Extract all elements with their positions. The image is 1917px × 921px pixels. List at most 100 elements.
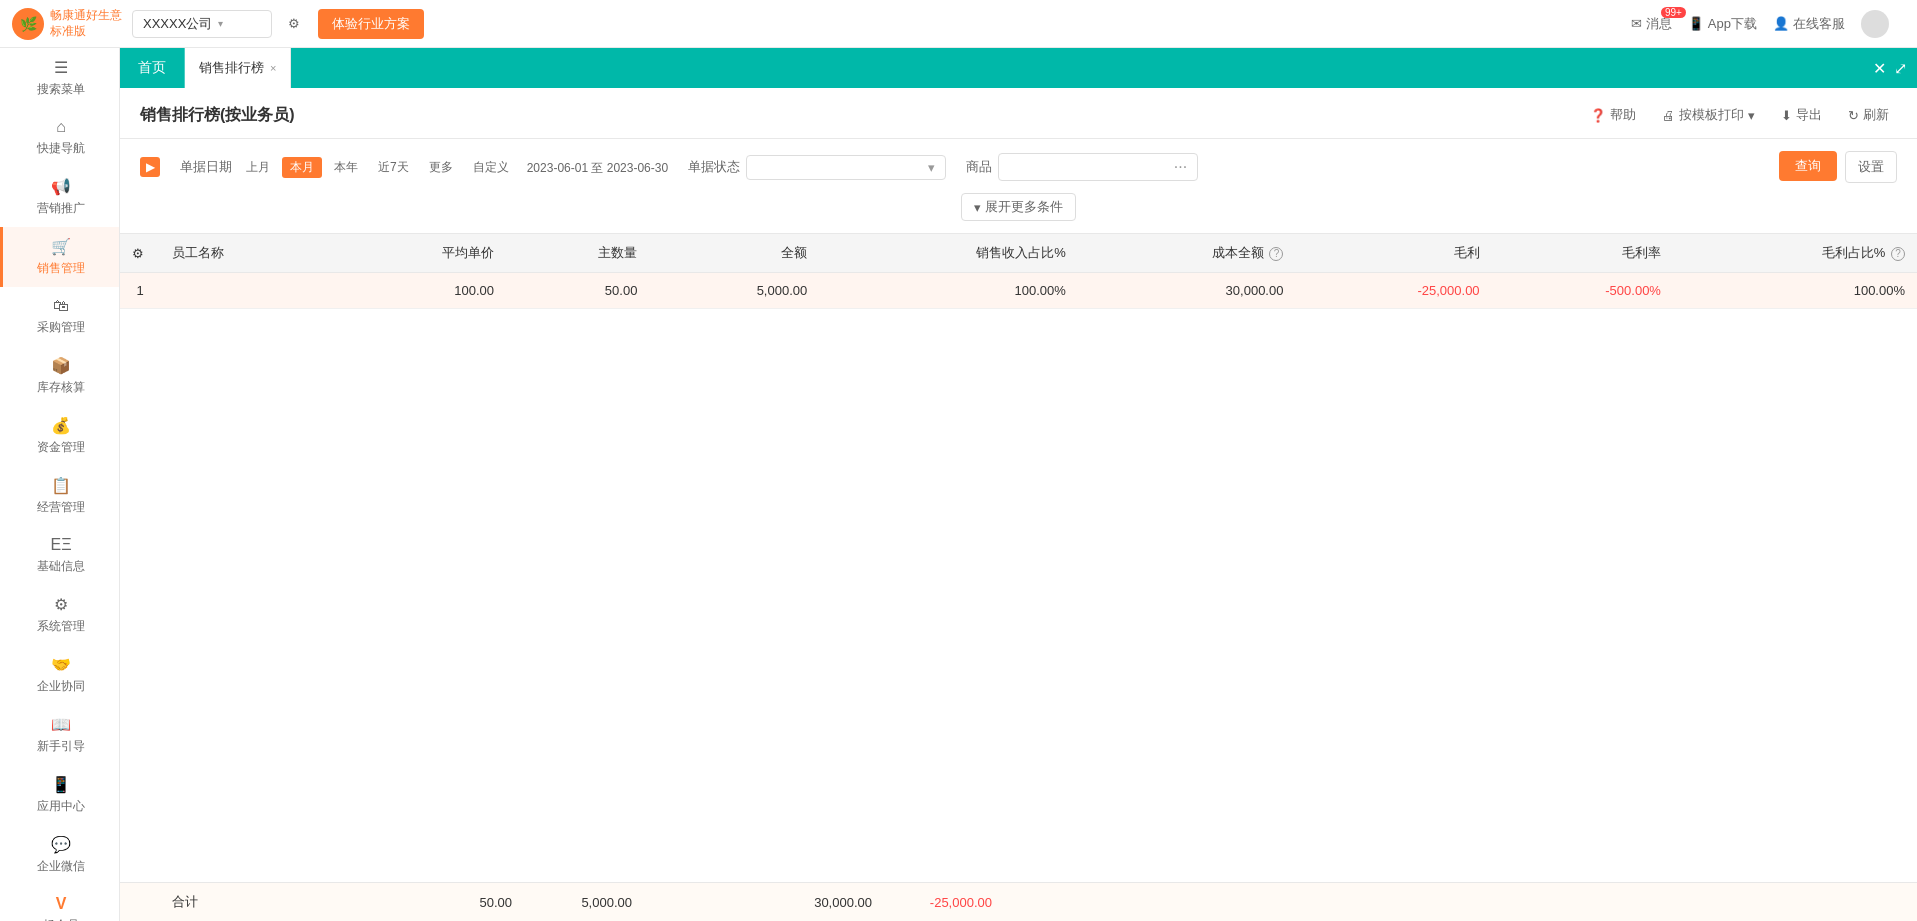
purchase-icon: 🛍 [53, 297, 69, 315]
sidebar-item-label: 快捷导航 [37, 140, 85, 157]
col-quantity: 主数量 [506, 234, 649, 273]
export-btn[interactable]: ⬇ 导出 [1773, 102, 1830, 128]
gross-pct-hint-icon[interactable]: ? [1891, 247, 1905, 261]
status-filter-label: 单据状态 [688, 158, 740, 176]
message-btn[interactable]: ✉ 消息 99+ [1631, 15, 1672, 33]
message-badge: 99+ [1661, 7, 1686, 18]
goods-input[interactable]: ··· [998, 153, 1198, 181]
newbie-icon: 📖 [51, 715, 71, 734]
date-btn-current-month[interactable]: 本月 [282, 157, 322, 178]
sidebar-item-label: 系统管理 [37, 618, 85, 635]
export-label: 导出 [1796, 106, 1822, 124]
cell-sales-pct: 100.00% [819, 273, 1078, 309]
tab-window-close-btn[interactable]: ✕ [1873, 59, 1886, 78]
sidebar-item-label: 资金管理 [37, 439, 85, 456]
sidebar-item-membership[interactable]: V 畅会员 [0, 885, 119, 921]
app-download-btn[interactable]: 📱 App下载 [1688, 15, 1757, 33]
sidebar-item-search-order[interactable]: ☰ 搜索菜单 [0, 48, 119, 108]
filter-collapse-btn[interactable]: ▶ [140, 157, 160, 177]
date-btn-last-month[interactable]: 上月 [238, 157, 278, 178]
goods-more-btn[interactable]: ··· [1174, 158, 1187, 176]
filter-goods: 商品 ··· [966, 153, 1198, 181]
cell-rank: 1 [120, 273, 160, 309]
message-icon: ✉ [1631, 16, 1642, 31]
finance-icon: 💰 [51, 416, 71, 435]
template-print-btn[interactable]: 🖨 按模板打印 ▾ [1654, 102, 1763, 128]
company-settings-btn[interactable]: ⚙ [280, 10, 308, 38]
sidebar-item-system[interactable]: ⚙ 系统管理 [0, 585, 119, 645]
col-avg-price: 平均单价 [333, 234, 506, 273]
filter-date: 单据日期 上月 本月 本年 近7天 更多 自定义 2023-06-01 至 20… [180, 157, 668, 178]
col-cost: 成本全额 ? [1078, 234, 1296, 273]
sidebar-item-sales[interactable]: 🛒 销售管理 [0, 227, 119, 287]
sidebar-item-app-center[interactable]: 📱 应用中心 [0, 765, 119, 825]
quick-nav-icon: ⌂ [56, 118, 66, 136]
operations-icon: 📋 [51, 476, 71, 495]
online-service-btn[interactable]: 👤 在线客服 [1773, 15, 1845, 33]
tab-close-icon[interactable]: × [270, 62, 276, 74]
avatar[interactable] [1861, 10, 1889, 38]
sidebar-item-base-info[interactable]: EΞ 基础信息 [0, 526, 119, 585]
status-select[interactable]: ▾ [746, 155, 946, 180]
col-name: 员工名称 [160, 234, 333, 273]
table-footer: 合计 50.00 5,000.00 30,000.00 -25,000.00 [120, 882, 1917, 921]
expand-row: ▾ 展开更多条件 [140, 193, 1897, 221]
sidebar-item-enterprise-wechat[interactable]: 💬 企业微信 [0, 825, 119, 885]
col-settings-icon: ⚙ [132, 246, 144, 261]
filter-settings-btn[interactable]: 设置 [1845, 151, 1897, 183]
cell-avg-price: 100.00 [333, 273, 506, 309]
search-order-icon: ☰ [54, 58, 68, 77]
expand-icon: ▾ [974, 200, 981, 215]
sidebar-item-label: 经营管理 [37, 499, 85, 516]
date-btn-custom[interactable]: 自定义 [465, 157, 517, 178]
main-content: 首页 销售排行榜 × ✕ ⤢ 销售排行榜(按业务员) ❓ 帮助 🖨 按模板打印 … [120, 48, 1917, 921]
sales-icon: 🛒 [51, 237, 71, 256]
trial-btn[interactable]: 体验行业方案 [318, 9, 424, 39]
expand-conditions-btn[interactable]: ▾ 展开更多条件 [961, 193, 1076, 221]
sidebar-item-marketing[interactable]: 📢 营销推广 [0, 167, 119, 227]
cell-gross-pct: 100.00% [1673, 273, 1917, 309]
sidebar-item-newbie[interactable]: 📖 新手引导 [0, 705, 119, 765]
page-actions: ❓ 帮助 🖨 按模板打印 ▾ ⬇ 导出 ↻ 刷新 [1582, 102, 1897, 128]
col-settings[interactable]: ⚙ [120, 234, 160, 273]
sidebar-item-operations[interactable]: 📋 经营管理 [0, 466, 119, 526]
filter-status: 单据状态 ▾ [688, 155, 946, 180]
tab-sales-ranking[interactable]: 销售排行榜 × [185, 48, 291, 88]
sidebar-item-purchase[interactable]: 🛍 采购管理 [0, 287, 119, 346]
sidebar-item-label: 畅会员 [43, 917, 79, 921]
sidebar-item-label: 库存核算 [37, 379, 85, 396]
export-icon: ⬇ [1781, 108, 1792, 123]
company-name: XXXXX公司 [143, 15, 212, 33]
footer-quantity: 50.00 [412, 895, 512, 910]
help-btn[interactable]: ❓ 帮助 [1582, 102, 1644, 128]
tab-home[interactable]: 首页 [120, 48, 185, 88]
page-title: 销售排行榜(按业务员) [140, 105, 295, 126]
footer-cost: 30,000.00 [752, 895, 872, 910]
date-btn-more[interactable]: 更多 [421, 157, 461, 178]
sidebar-item-finance[interactable]: 💰 资金管理 [0, 406, 119, 466]
tab-window-maximize-btn[interactable]: ⤢ [1894, 59, 1907, 78]
sidebar-item-enterprise-collab[interactable]: 🤝 企业协同 [0, 645, 119, 705]
template-print-icon: 🖨 [1662, 108, 1675, 123]
query-btn[interactable]: 查询 [1779, 151, 1837, 181]
cost-hint-icon[interactable]: ? [1269, 247, 1283, 261]
sidebar-item-inventory[interactable]: 📦 库存核算 [0, 346, 119, 406]
date-btn-7days[interactable]: 近7天 [370, 157, 417, 178]
sidebar-item-label: 基础信息 [37, 558, 85, 575]
data-table: ⚙ 员工名称 平均单价 主数量 全额 销售收入占比% 成本全额 ? 毛利 毛利率… [120, 234, 1917, 309]
refresh-btn[interactable]: ↻ 刷新 [1840, 102, 1897, 128]
cell-gross: -25,000.00 [1295, 273, 1491, 309]
app-download-label: App下载 [1708, 15, 1757, 33]
company-selector[interactable]: XXXXX公司 ▾ [132, 10, 272, 38]
status-dropdown-icon: ▾ [928, 160, 935, 175]
logo-icon: 🌿 [12, 8, 44, 40]
date-btn-current-year[interactable]: 本年 [326, 157, 366, 178]
logo-text: 畅康通好生意 标准版 [50, 8, 122, 39]
tab-bar: 首页 销售排行榜 × ✕ ⤢ [120, 48, 1917, 88]
header-right: ✉ 消息 99+ 📱 App下载 👤 在线客服 [1631, 10, 1905, 38]
sidebar-item-quick-nav[interactable]: ⌂ 快捷导航 [0, 108, 119, 167]
template-print-label: 按模板打印 [1679, 106, 1744, 124]
company-dropdown-icon: ▾ [218, 18, 223, 29]
tab-label: 销售排行榜 [199, 59, 264, 77]
help-label: 帮助 [1610, 106, 1636, 124]
